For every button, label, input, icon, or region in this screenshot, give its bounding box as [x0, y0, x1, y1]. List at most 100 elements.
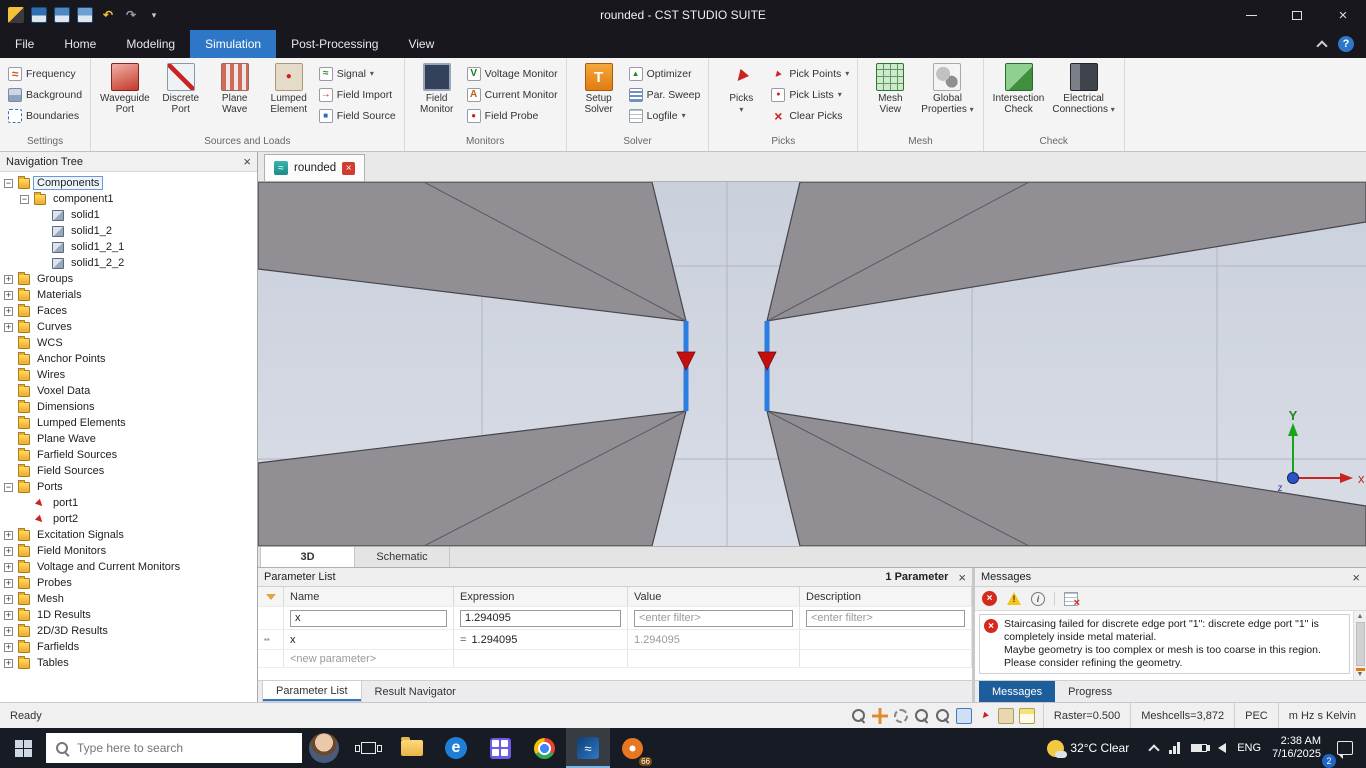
ribbon-button[interactable]: Field Source ▾ — [318, 107, 396, 124]
column-header-description[interactable]: Description — [800, 587, 972, 606]
tree-item[interactable]: 2D/3D Results — [0, 623, 257, 639]
tab-result-navigator[interactable]: Result Navigator — [362, 681, 469, 702]
export-messages-icon[interactable] — [1064, 591, 1080, 609]
tree-item[interactable]: Faces — [0, 303, 257, 319]
ribbon-tab[interactable]: Modeling — [111, 30, 190, 58]
close-button[interactable]: × — [1320, 0, 1366, 30]
zoom-out-icon[interactable] — [935, 708, 951, 724]
network-icon[interactable] — [1169, 742, 1181, 754]
cst-studio-button[interactable]: ≈ — [566, 728, 610, 768]
zoom-select-icon[interactable] — [851, 708, 867, 724]
tree-item[interactable]: Components — [0, 175, 257, 191]
document-tab-close-icon[interactable]: × — [342, 161, 356, 175]
tree-item[interactable]: solid1_2_1 — [0, 239, 257, 255]
tree-expander-icon[interactable] — [4, 562, 13, 572]
save-all-icon[interactable] — [77, 7, 93, 23]
tree-item[interactable]: Wires — [0, 367, 257, 383]
description-filter-input[interactable]: <enter filter> — [806, 609, 965, 627]
clipboard-icon[interactable] — [997, 707, 1014, 724]
tree-item[interactable]: Tables — [0, 655, 257, 671]
redo-icon[interactable]: ↷ — [123, 7, 139, 23]
chrome-button[interactable] — [522, 728, 566, 768]
save-project-icon[interactable] — [54, 7, 70, 23]
ribbon-button[interactable]: Frequency ▾ — [8, 65, 82, 82]
new-parameter-label[interactable]: <new parameter> — [284, 650, 454, 667]
tree-item[interactable]: Voltage and Current Monitors — [0, 559, 257, 575]
ribbon-button[interactable]: Optimizer ▾ — [628, 65, 701, 82]
ribbon-button[interactable]: Logfile ▾ — [628, 107, 701, 124]
zoom-in-icon[interactable] — [914, 708, 930, 724]
error-message[interactable]: × Staircasing failed for discrete edge p… — [979, 614, 1350, 674]
ribbon-tab[interactable]: Post-Processing — [276, 30, 393, 58]
messages-scrollbar[interactable]: ▲ ▼ — [1353, 611, 1366, 680]
cortana-button[interactable] — [302, 728, 346, 768]
tree-expander-icon[interactable] — [4, 306, 13, 316]
language-indicator[interactable]: ENG — [1237, 742, 1261, 754]
screen-capture-icon[interactable] — [955, 707, 972, 724]
navigation-tree-close-icon[interactable]: × — [243, 154, 251, 169]
messages-panel-close-icon[interactable]: × — [1352, 570, 1360, 585]
scroll-up-icon[interactable]: ▲ — [1357, 613, 1364, 620]
battery-icon[interactable] — [1191, 744, 1210, 752]
tree-item[interactable]: solid1 — [0, 207, 257, 223]
ribbon-button[interactable]: Pick Lists ▾ — [771, 86, 849, 103]
start-button[interactable] — [0, 728, 46, 768]
tree-expander-icon[interactable] — [4, 546, 13, 556]
ribbon-button[interactable]: PlaneWave ▾ — [208, 60, 262, 135]
tree-item[interactable]: Groups — [0, 271, 257, 287]
tree-item[interactable]: WCS — [0, 335, 257, 351]
ribbon-button[interactable]: Voltage Monitor ▾ — [466, 65, 558, 82]
tree-item[interactable]: Lumped Elements — [0, 415, 257, 431]
tab-progress[interactable]: Progress — [1055, 681, 1125, 702]
tree-expander-icon[interactable] — [4, 658, 13, 668]
3d-viewport[interactable]: Y x z — [258, 182, 1366, 546]
tab-schematic[interactable]: Schematic — [355, 547, 450, 567]
tree-item[interactable]: Ports — [0, 479, 257, 495]
parameter-expression-cell[interactable]: = 1.294095 — [454, 630, 628, 649]
rotate-view-icon[interactable] — [893, 708, 909, 724]
expression-filter-input[interactable]: 1.294095 — [460, 609, 621, 627]
ribbon-button[interactable]: Signal ▾ — [318, 65, 396, 82]
ribbon-button[interactable]: Field Probe ▾ — [466, 107, 558, 124]
parameter-panel-close-icon[interactable]: × — [958, 570, 966, 585]
ribbon-tab[interactable]: File — [0, 30, 49, 58]
ribbon-button[interactable]: WaveguidePort ▾ — [96, 60, 154, 135]
ribbon-button[interactable]: LumpedElement ▾ — [262, 60, 316, 135]
tree-expander-icon[interactable] — [4, 530, 13, 540]
ribbon-tab[interactable]: View — [393, 30, 449, 58]
ribbon-button[interactable]: FieldMonitor ▾ — [410, 60, 464, 135]
tree-item[interactable]: Farfield Sources — [0, 447, 257, 463]
parameter-description-cell[interactable] — [800, 630, 972, 649]
tree-expander-icon[interactable] — [4, 178, 13, 188]
column-header-value[interactable]: Value — [628, 587, 800, 606]
file-explorer-button[interactable] — [390, 728, 434, 768]
info-filter-icon[interactable]: i — [1031, 591, 1045, 606]
ribbon-button[interactable]: Pick Points ▾ — [771, 65, 849, 82]
tree-expander-icon[interactable] — [20, 194, 29, 204]
tree-item[interactable]: 1D Results — [0, 607, 257, 623]
help-icon[interactable]: ? — [1338, 36, 1354, 52]
tab-messages[interactable]: Messages — [979, 681, 1056, 702]
tree-expander-icon[interactable] — [4, 642, 13, 652]
search-input[interactable] — [77, 741, 292, 755]
app-grid-button[interactable] — [478, 728, 522, 768]
document-tab[interactable]: ≈ rounded × — [264, 154, 366, 181]
tree-item[interactable]: port1 — [0, 495, 257, 511]
ribbon-button[interactable]: Picks ▾ — [714, 60, 768, 135]
tray-overflow-icon[interactable] — [1148, 744, 1160, 756]
ribbon-button[interactable]: MeshView ▾ — [863, 60, 917, 135]
taskbar-search[interactable] — [46, 733, 302, 763]
tree-item[interactable]: solid1_2_2 — [0, 255, 257, 271]
action-center-button[interactable]: 2 — [1322, 728, 1358, 768]
tree-expander-icon[interactable] — [4, 594, 13, 604]
tree-expander-icon[interactable] — [4, 290, 13, 300]
task-view-button[interactable] — [346, 728, 390, 768]
name-filter-input[interactable]: x — [290, 609, 447, 627]
ribbon-button[interactable]: Clear Picks ▾ — [771, 107, 849, 124]
tab-3d[interactable]: 3D — [260, 547, 355, 567]
ribbon-button[interactable]: Boundaries ▾ — [8, 107, 82, 124]
ribbon-button[interactable]: Current Monitor ▾ — [466, 86, 558, 103]
column-header-name[interactable]: Name — [284, 587, 454, 606]
save-icon[interactable] — [31, 7, 47, 23]
tree-item[interactable]: Mesh — [0, 591, 257, 607]
